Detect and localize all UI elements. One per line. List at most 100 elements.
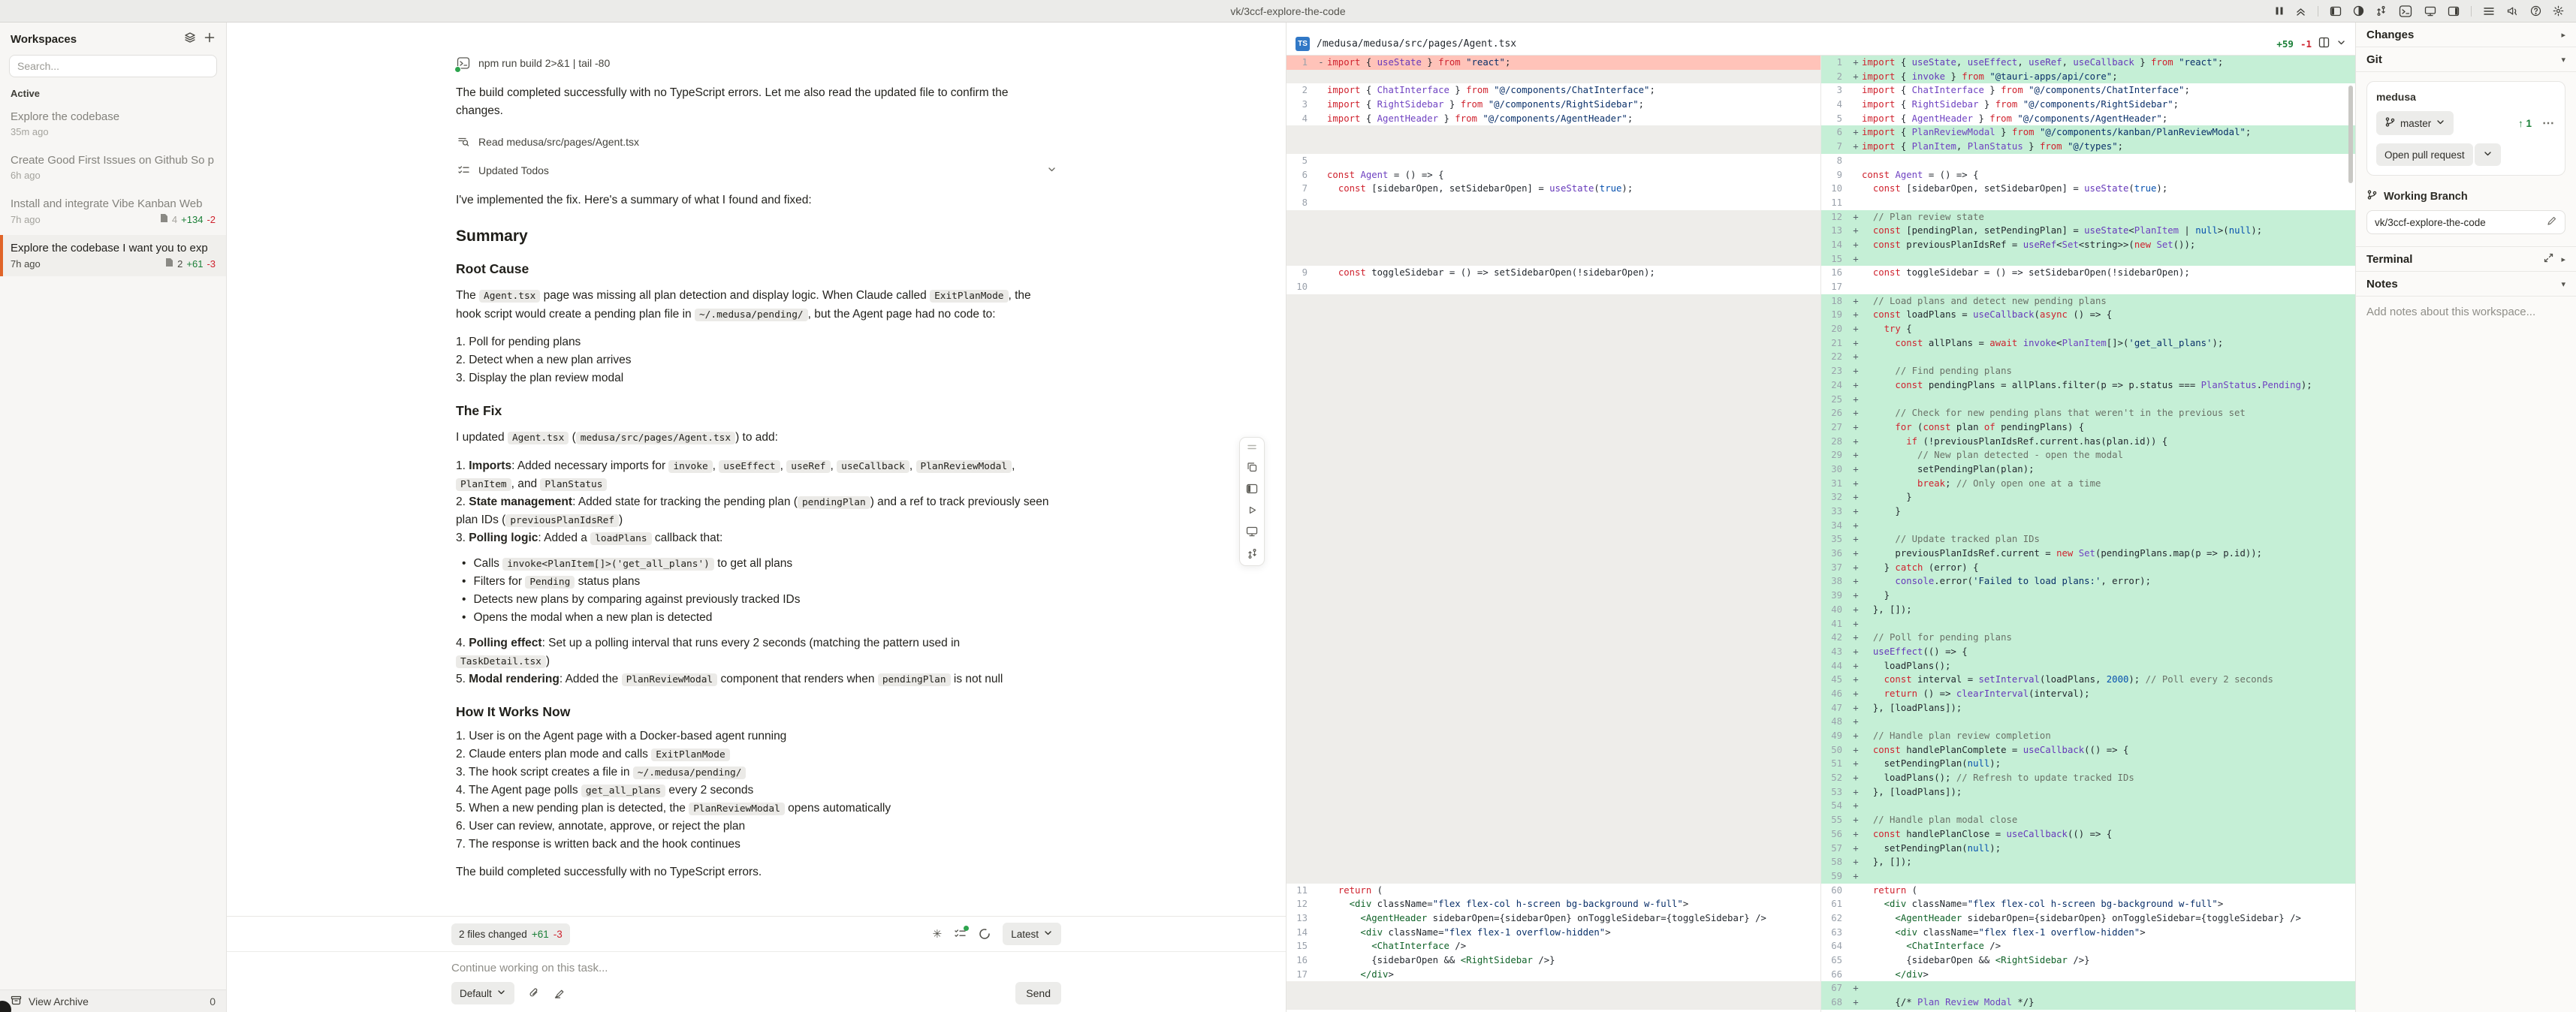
diff-code-line: 14+ const previousPlanIdsRef = useRef<Se… [1821,238,2355,252]
tool-call-terminal[interactable]: npm run build 2>&1 | tail -80 [456,56,1057,71]
menu-icon[interactable] [2483,7,2495,16]
diff-code-line: 25+ [1821,393,2355,407]
changes-section-header[interactable]: Changes ▸ [2356,23,2576,47]
diff-code-line: 8 [1286,196,1820,210]
notes-section-header[interactable]: Notes ▾ [2356,272,2576,297]
terminal-icon[interactable] [2398,4,2413,19]
latest-dropdown[interactable]: Latest [1003,923,1061,945]
contrast-icon[interactable] [2353,5,2364,17]
inline-code: Agent.tsx [479,290,540,303]
notes-label: Notes [2366,278,2398,291]
pause-icon[interactable] [2275,6,2284,16]
compare-icon[interactable] [2375,5,2387,17]
panel-right-icon[interactable] [2448,6,2460,17]
workspace-item[interactable]: Create Good First Issues on Github So p6… [0,147,226,188]
diff-code-line: 30+ setPendingPlan(plan); [1821,462,2355,477]
workspaces-sidebar: Workspaces Active Explore the codebase35… [0,23,227,1012]
workspace-item[interactable]: Explore the codebase I want you to exp7h… [0,235,226,276]
monitor-icon[interactable] [2424,6,2436,17]
open-pull-request-button[interactable]: Open pull request [2376,143,2473,166]
gear-icon[interactable] [2553,5,2564,17]
diff-spacer-line [1286,673,1820,687]
monitor-icon[interactable] [1246,526,1258,537]
todos-status-icon[interactable] [954,928,967,940]
diff-code-line: 4import { AgentHeader } from "@/componen… [1286,112,1820,126]
send-button[interactable]: Send [1015,982,1061,1004]
play-icon[interactable] [1247,505,1257,515]
bullet-marker: • [462,573,466,591]
diff-code-line: 5 [1286,154,1820,168]
file-count: 4 [172,214,177,225]
panel-left-icon[interactable] [1246,483,1258,494]
branch-name: master [2400,118,2431,129]
split-view-icon[interactable] [2318,37,2330,50]
list-item: 5. When a new pending plan is detected, … [456,800,1057,818]
layers-icon[interactable] [184,32,196,47]
model-dropdown[interactable]: Default [451,982,514,1004]
sidebar-header: Workspaces [0,23,226,53]
diff-code-line: 57+ setPendingPlan(null); [1821,842,2355,856]
diff-code-line: 62 <AgentHeader sidebarOpen={sidebarOpen… [1821,911,2355,926]
files-changed-chip[interactable]: 2 files changed +61 -3 [451,923,570,945]
model-label: Default [460,988,492,999]
message-input[interactable] [451,952,1061,978]
diff-code-line: 14 <div className="flex flex-1 overflow-… [1286,926,1820,940]
list-item: 2. Claude enters plan mode and calls Exi… [456,745,1057,764]
branch-selector[interactable]: master [2376,111,2454,135]
list-item: 3. Display the plan review modal [456,369,1057,387]
workspace-item[interactable]: Install and integrate Vibe Kanban Web7h … [0,191,226,232]
expand-icon[interactable] [2544,253,2553,265]
chat-scroll-area[interactable]: npm run build 2>&1 | tail -80The build c… [227,23,1286,916]
diff-code-line: 9 const toggleSidebar = () => setSidebar… [1286,266,1820,280]
chevron-down-icon[interactable] [1047,164,1057,176]
workspace-title: Create Good First Issues on Github So p [11,154,216,167]
edit-branch-icon[interactable] [2547,215,2557,230]
megaphone-icon[interactable] [2506,5,2519,17]
composer: 2 files changed +61 -3 ✳ Latest [227,916,1286,1012]
diff-code-line: 36+ previousPlanIdsRef.current = new Set… [1821,547,2355,561]
diff-code-line: 39+ } [1821,589,2355,603]
terminal-label: Terminal [2366,253,2412,266]
diff-spacer-line [1286,125,1820,140]
chevrons-up-icon[interactable] [2295,6,2306,17]
attach-icon[interactable] [528,987,540,999]
workspaces-title: Workspaces [11,33,77,46]
diff-spacer-line [1286,210,1820,224]
bold-text: Polling logic [469,532,538,544]
tool-call-todos[interactable]: Updated Todos [456,163,1057,178]
panel-left-icon[interactable] [2330,6,2342,17]
terminal-section-header[interactable]: Terminal ▸ [2356,247,2576,272]
add-workspace-button[interactable] [204,32,216,47]
diff-code-line: 27+ for (const plan of pendingPlans) { [1821,420,2355,435]
diff-file-header[interactable]: TS /medusa/medusa/src/pages/Agent.tsx +5… [1286,32,2355,56]
workspace-stats: 2+61-3 [165,258,216,270]
list-item: •Opens the modal when a new plan is dete… [456,609,1057,627]
diff-code-line: 41+ [1821,617,2355,631]
section-heading: Root Cause [456,261,1057,277]
copy-icon[interactable] [1247,462,1257,472]
pull-request-menu-button[interactable] [2475,143,2501,166]
spark-icon[interactable]: ✳ [933,929,943,940]
workspace-item[interactable]: Explore the codebase35m ago [0,104,226,144]
grip-icon[interactable] [1247,444,1257,450]
diff-scrollbar[interactable] [2348,86,2353,183]
diff-spacer-line [1286,393,1820,407]
diff-spacer-line [1286,701,1820,715]
list-item: •Calls invoke<PlanItem[]>('get_all_plans… [456,555,1057,573]
compare-icon[interactable] [1247,548,1258,559]
collapse-file-icon[interactable] [2336,38,2346,50]
ordered-list: 4. Polling effect: Set up a polling inte… [456,634,1057,688]
git-section-header[interactable]: Git ▾ [2356,47,2576,72]
working-branch-input[interactable] [2375,217,2547,228]
diff-spacer-line [1286,743,1820,757]
chevron-right-icon: ▸ [2561,254,2565,264]
annotate-icon[interactable] [554,987,566,999]
tool-call-file-search[interactable]: Read medusa/src/pages/Agent.tsx [456,134,1057,149]
view-archive-button[interactable]: View Archive 0 [0,989,226,1012]
notes-editor[interactable]: Add notes about this workspace... [2356,297,2576,327]
workspace-search-input[interactable] [9,55,217,77]
help-icon[interactable] [2530,5,2541,17]
list-item: 2. State management: Added state for tra… [456,493,1057,529]
more-options-button[interactable]: ⋯ [2542,116,2556,131]
file-icon [165,258,173,270]
